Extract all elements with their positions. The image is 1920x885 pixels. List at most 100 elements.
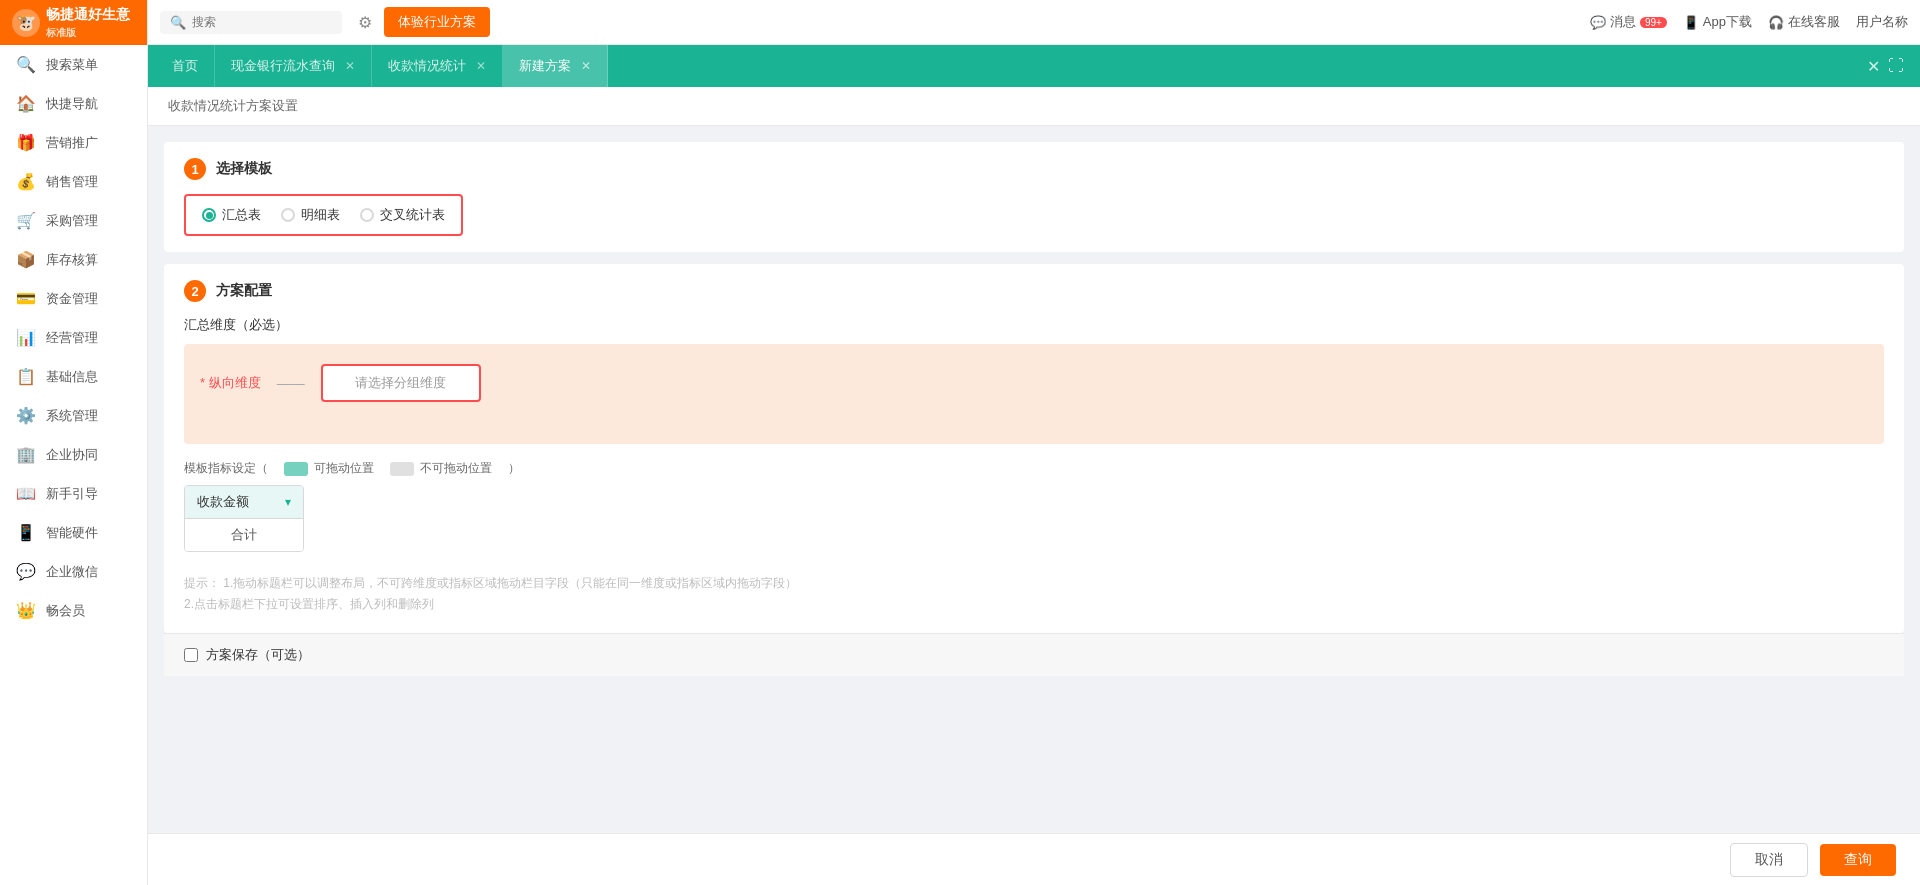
gear-icon[interactable]: ⚙ [358,13,372,32]
sidebar-item-purchase[interactable]: 🛒 采购管理 [0,201,147,240]
sidebar-item-basic[interactable]: 📋 基础信息 [0,357,147,396]
radio-summary[interactable]: 汇总表 [202,206,261,224]
radio-summary-circle [202,208,216,222]
radio-detail-circle [281,208,295,222]
hint-section: 提示： 1.拖动标题栏可以调整布局，不可跨维度或指标区域拖动栏目字段（只能在同一… [184,575,1884,613]
sidebar-label-guide: 新手引导 [46,485,98,503]
sidebar-item-operation[interactable]: 📊 经营管理 [0,318,147,357]
sidebar-logo: 🐮 畅捷通好生意 标准版 [0,0,147,45]
notification-item[interactable]: 💬 消息 99+ [1590,13,1667,31]
logo-icon: 🐮 [12,9,40,37]
metric-body: 合计 [185,519,303,551]
sidebar-label-wechat: 企业微信 [46,563,98,581]
sidebar-item-system[interactable]: ⚙️ 系统管理 [0,396,147,435]
service-icon: 🎧 [1768,15,1784,30]
tab-collect-stat-close-icon[interactable]: ✕ [476,59,486,73]
radio-cross-circle [360,208,374,222]
query-button[interactable]: 查询 [1820,844,1896,876]
save-label: 方案保存（可选） [206,646,310,664]
logo-name: 畅捷通好生意 [46,6,130,24]
corp-icon: 🏢 [16,445,36,464]
fixed-legend-label: 不可拖动位置 [420,460,492,477]
operation-icon: 📊 [16,328,36,347]
notification-badge: 99+ [1640,17,1667,28]
sidebar-label-purchase: 采购管理 [46,212,98,230]
sidebar-item-hardware[interactable]: 📱 智能硬件 [0,513,147,552]
hint-row-2: 2.点击标题栏下拉可设置排序、插入列和删除列 [184,596,1884,613]
tab-new-plan-close-icon[interactable]: ✕ [581,59,591,73]
fixed-legend-item: 不可拖动位置 [390,460,492,477]
movable-legend-item: 可拖动位置 [284,460,374,477]
sidebar-item-marketing[interactable]: 🎁 营销推广 [0,123,147,162]
metric-header-label: 收款金额 [197,493,249,511]
sidebar-label-inventory: 库存核算 [46,251,98,269]
dimension-arrow-icon: —— [277,375,305,391]
system-icon: ⚙️ [16,406,36,425]
basic-icon: 📋 [16,367,36,386]
sales-icon: 💰 [16,172,36,191]
tab-actions: ✕ ⛶ [1867,57,1912,76]
guide-icon: 📖 [16,484,36,503]
main-content: 收款情况统计方案设置 1 选择模板 汇总表 明细表 [148,87,1920,885]
sidebar-item-sales[interactable]: 💰 销售管理 [0,162,147,201]
cancel-button[interactable]: 取消 [1730,843,1808,877]
tab-home-label: 首页 [172,57,198,75]
radio-detail[interactable]: 明细表 [281,206,340,224]
sidebar-item-wechat[interactable]: 💬 企业微信 [0,552,147,591]
online-service-label: 在线客服 [1788,13,1840,31]
fixed-legend-dot [390,462,414,476]
bottom-bar: 取消 查询 [148,833,1920,885]
sidebar-item-member[interactable]: 👑 畅会员 [0,591,147,630]
radio-cross[interactable]: 交叉统计表 [360,206,445,224]
nav-tabs: 首页 现金银行流水查询 ✕ 收款情况统计 ✕ 新建方案 ✕ ✕ ⛶ [148,45,1920,87]
indicator-settings-end: ） [508,460,520,477]
industry-btn[interactable]: 体验行业方案 [384,7,490,37]
movable-legend-dot [284,462,308,476]
app-download-item[interactable]: 📱 App下载 [1683,13,1752,31]
topbar-right: 💬 消息 99+ 📱 App下载 🎧 在线客服 用户名称 [1590,13,1908,31]
step2-title: 方案配置 [216,282,272,300]
indicator-settings-label: 模板指标设定（ [184,460,268,477]
sidebar-item-corp[interactable]: 🏢 企业协同 [0,435,147,474]
save-checkbox[interactable] [184,648,198,662]
sidebar-label-search-menu: 搜索菜单 [46,56,98,74]
template-box: 汇总表 明细表 交叉统计表 [184,194,463,236]
dimension-area: * 纵向维度 —— 请选择分组维度 [184,344,1884,444]
tab-home[interactable]: 首页 [156,45,215,87]
notification-icon: 💬 [1590,15,1606,30]
sidebar-item-quick-nav[interactable]: 🏠 快捷导航 [0,84,147,123]
tab-expand-icon[interactable]: ⛶ [1888,57,1904,76]
member-icon: 👑 [16,601,36,620]
notification-label: 消息 [1610,13,1636,31]
hardware-icon: 📱 [16,523,36,542]
search-icon: 🔍 [170,15,186,30]
tab-cash-flow[interactable]: 现金银行流水查询 ✕ [215,45,372,87]
search-input[interactable] [192,15,332,29]
metric-header[interactable]: 收款金额 ▾ [185,486,303,519]
search-box[interactable]: 🔍 [160,11,342,34]
sidebar: 🐮 畅捷通好生意 标准版 🔍 搜索菜单 🏠 快捷导航 🎁 营销推广 💰 销售管理… [0,0,148,885]
sidebar-item-finance[interactable]: 💳 资金管理 [0,279,147,318]
dimension-row: * 纵向维度 —— 请选择分组维度 [200,364,1868,402]
save-area: 方案保存（可选） [164,633,1904,676]
tab-new-plan[interactable]: 新建方案 ✕ [503,45,608,87]
online-service-item[interactable]: 🎧 在线客服 [1768,13,1840,31]
metric-dropdown-icon[interactable]: ▾ [285,495,291,509]
tab-collect-stat[interactable]: 收款情况统计 ✕ [372,45,503,87]
tab-cash-flow-close-icon[interactable]: ✕ [345,59,355,73]
tab-close-all-icon[interactable]: ✕ [1867,57,1880,76]
page-title: 收款情况统计方案设置 [148,87,1920,126]
tab-new-plan-label: 新建方案 [519,57,571,75]
sidebar-label-member: 畅会员 [46,602,85,620]
purchase-icon: 🛒 [16,211,36,230]
hint-row-1: 提示： 1.拖动标题栏可以调整布局，不可跨维度或指标区域拖动栏目字段（只能在同一… [184,575,1884,592]
wechat-icon: 💬 [16,562,36,581]
movable-legend-label: 可拖动位置 [314,460,374,477]
dimension-selector[interactable]: 请选择分组维度 [321,364,481,402]
sidebar-item-search-menu[interactable]: 🔍 搜索菜单 [0,45,147,84]
vertical-dim-label: * 纵向维度 [200,374,261,392]
sidebar-label-finance: 资金管理 [46,290,98,308]
sidebar-item-guide[interactable]: 📖 新手引导 [0,474,147,513]
sidebar-item-inventory[interactable]: 📦 库存核算 [0,240,147,279]
summary-dim-title: 汇总维度（必选） [184,316,1884,334]
